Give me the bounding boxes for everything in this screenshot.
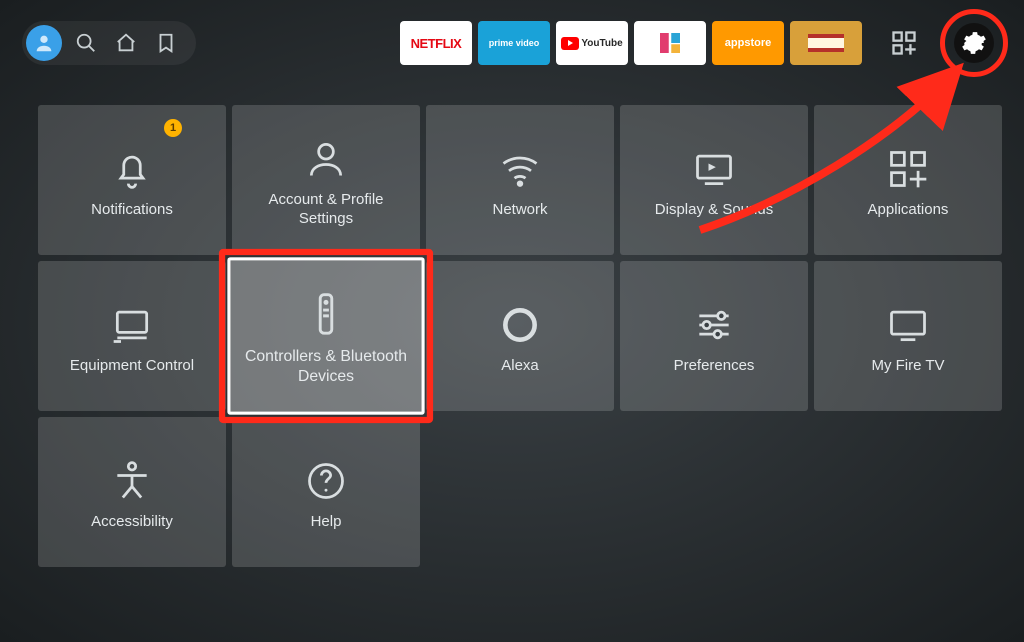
app-netflix[interactable]: NETFLIX xyxy=(400,21,472,65)
tile-label: Preferences xyxy=(674,357,755,376)
tile-accessibility[interactable]: Accessibility xyxy=(38,417,226,567)
tile-controllers-bluetooth[interactable]: Controllers & Bluetooth Devices xyxy=(227,257,424,415)
ring-icon xyxy=(498,297,542,353)
monitor-icon xyxy=(110,297,154,353)
tile-label: Controllers & Bluetooth Devices xyxy=(236,348,417,387)
tile-label: Equipment Control xyxy=(70,357,194,376)
tile-notifications[interactable]: 1 Notifications xyxy=(38,105,226,255)
app-prime-video[interactable]: prime video xyxy=(478,21,550,65)
tile-label: Accessibility xyxy=(91,513,173,532)
tile-label: Account & Profile Settings xyxy=(240,191,412,229)
sliders-icon xyxy=(692,297,736,353)
bell-icon xyxy=(110,141,154,197)
tile-label: Applications xyxy=(868,201,949,220)
tile-network[interactable]: Network xyxy=(426,105,614,255)
help-icon xyxy=(304,453,348,509)
youtube-play-icon xyxy=(561,37,579,50)
tile-alexa[interactable]: Alexa xyxy=(426,261,614,411)
profile-button[interactable] xyxy=(26,25,62,61)
wifi-icon xyxy=(498,141,542,197)
gear-icon xyxy=(961,30,987,56)
search-button[interactable] xyxy=(70,27,102,59)
app-appstore[interactable]: appstore xyxy=(712,21,784,65)
all-apps-button[interactable] xyxy=(868,21,940,65)
user-icon xyxy=(304,131,348,187)
notifications-badge: 1 xyxy=(164,119,182,137)
settings-grid: 1 Notifications Account & Profile Settin… xyxy=(38,105,1002,567)
youtube-label: YouTube xyxy=(581,38,622,49)
pinned-apps-row: NETFLIX prime video YouTube appstore xyxy=(400,15,1002,71)
tv-icon xyxy=(692,141,736,197)
app-youtube[interactable]: YouTube xyxy=(556,21,628,65)
tile-preferences[interactable]: Preferences xyxy=(620,261,808,411)
tile-label: Display & Sounds xyxy=(655,201,773,220)
app-launcher[interactable] xyxy=(634,21,706,65)
tile-label: Alexa xyxy=(501,357,539,376)
tile-label: Network xyxy=(492,201,547,220)
nav-left-cluster xyxy=(22,21,196,65)
apps-icon xyxy=(886,141,930,197)
tile-applications[interactable]: Applications xyxy=(814,105,1002,255)
tile-my-fire-tv[interactable]: My Fire TV xyxy=(814,261,1002,411)
tile-display[interactable]: Display & Sounds xyxy=(620,105,808,255)
tile-account[interactable]: Account & Profile Settings xyxy=(232,105,420,255)
remote-icon xyxy=(303,285,349,344)
tile-help[interactable]: Help xyxy=(232,417,420,567)
app-cinema[interactable] xyxy=(790,21,862,65)
tile-label: My Fire TV xyxy=(871,357,944,376)
bookmark-button[interactable] xyxy=(150,27,182,59)
settings-button-wrap xyxy=(946,15,1002,71)
top-bar: NETFLIX prime video YouTube appstore xyxy=(22,18,1002,68)
firetv-icon xyxy=(886,297,930,353)
accessibility-icon xyxy=(110,453,154,509)
home-button[interactable] xyxy=(110,27,142,59)
settings-button[interactable] xyxy=(954,23,994,63)
tile-label: Notifications xyxy=(91,201,173,220)
tile-equipment-control[interactable]: Equipment Control xyxy=(38,261,226,411)
tile-label: Help xyxy=(311,513,342,532)
